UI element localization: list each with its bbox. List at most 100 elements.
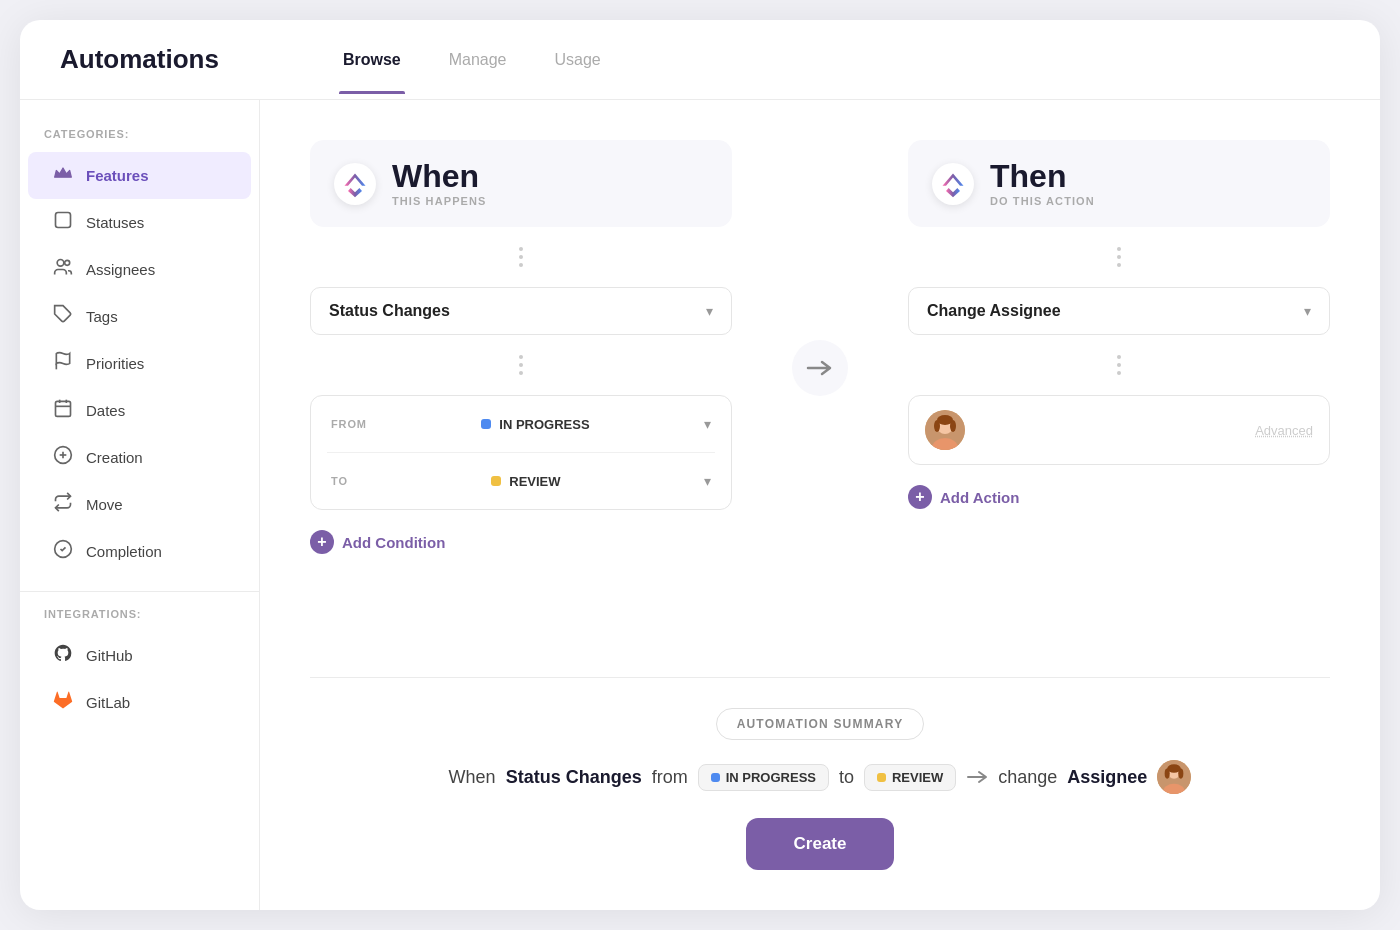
summary-change-text: change <box>998 767 1057 788</box>
to-value-group: REVIEW <box>491 474 560 489</box>
when-subtitle: THIS HAPPENS <box>392 195 487 207</box>
main-content: When THIS HAPPENS Status Changes ▾ <box>260 100 1380 910</box>
sidebar-item-priorities[interactable]: Priorities <box>28 340 251 387</box>
svg-point-24 <box>1179 769 1184 779</box>
assignee-card: Advanced <box>908 395 1330 465</box>
automation-builder: When THIS HAPPENS Status Changes ▾ <box>310 140 1330 637</box>
header: Automations Browse Manage Usage <box>20 20 1380 100</box>
summary-when: When <box>449 767 496 788</box>
summary-to-text: to <box>839 767 854 788</box>
when-logo <box>334 163 376 205</box>
advanced-link[interactable]: Advanced <box>1255 423 1313 438</box>
summary-avatar <box>1157 760 1191 794</box>
svg-point-2 <box>65 260 70 265</box>
dates-icon <box>52 398 74 423</box>
dot <box>519 255 523 259</box>
add-action-button[interactable]: + Add Action <box>908 481 1330 513</box>
sidebar: CATEGORIES: Features Statuses <box>20 100 260 910</box>
app-title: Automations <box>60 20 219 99</box>
when-block-header: When THIS HAPPENS <box>310 140 732 227</box>
trigger-select-value: Status Changes <box>329 302 450 320</box>
integrations-label: INTEGRATIONS: <box>20 608 259 632</box>
summary-status-changes: Status Changes <box>506 767 642 788</box>
action-block: Then DO THIS ACTION Change Assignee ▾ <box>908 140 1330 513</box>
arrow-connector <box>792 140 848 396</box>
sidebar-item-move-label: Move <box>86 496 123 513</box>
tab-browse[interactable]: Browse <box>339 27 405 93</box>
summary-from-dot <box>711 773 720 782</box>
to-status-text: REVIEW <box>509 474 560 489</box>
then-title: Then <box>990 160 1095 192</box>
tags-icon <box>52 304 74 329</box>
to-label: TO <box>331 475 348 487</box>
completion-icon <box>52 539 74 564</box>
arrow-circle <box>792 340 848 396</box>
summary-assignee: Assignee <box>1067 767 1147 788</box>
add-condition-button[interactable]: + Add Condition <box>310 526 732 558</box>
from-label: FROM <box>331 418 367 430</box>
trigger-select[interactable]: Status Changes ▾ <box>310 287 732 335</box>
sidebar-item-github-label: GitHub <box>86 647 133 664</box>
from-select[interactable]: FROM IN PROGRESS ▾ <box>327 410 715 438</box>
summary-from-text: from <box>652 767 688 788</box>
summary-arrow-icon <box>966 769 988 785</box>
tab-usage[interactable]: Usage <box>551 27 605 93</box>
summary-from-value: IN PROGRESS <box>726 770 816 785</box>
action-select[interactable]: Change Assignee ▾ <box>908 287 1330 335</box>
summary-badge: AUTOMATION SUMMARY <box>716 708 925 740</box>
summary-text: When Status Changes from IN PROGRESS to … <box>449 760 1192 794</box>
sidebar-item-tags[interactable]: Tags <box>28 293 251 340</box>
sidebar-item-github[interactable]: GitHub <box>28 632 251 679</box>
then-subtitle: DO THIS ACTION <box>990 195 1095 207</box>
move-icon <box>52 492 74 517</box>
sidebar-item-features[interactable]: Features <box>28 152 251 199</box>
dot <box>1117 363 1121 367</box>
to-status-dot <box>491 476 501 486</box>
dot <box>519 371 523 375</box>
svg-point-1 <box>57 260 64 267</box>
sidebar-item-priorities-label: Priorities <box>86 355 144 372</box>
to-select[interactable]: TO REVIEW ▾ <box>327 467 715 495</box>
action-select-value: Change Assignee <box>927 302 1061 320</box>
create-button[interactable]: Create <box>746 818 895 870</box>
sidebar-item-gitlab[interactable]: GitLab <box>28 679 251 726</box>
add-action-label: Add Action <box>940 489 1019 506</box>
dot <box>519 263 523 267</box>
sidebar-item-assignees[interactable]: Assignees <box>28 246 251 293</box>
sidebar-item-creation[interactable]: Creation <box>28 434 251 481</box>
sidebar-item-statuses[interactable]: Statuses <box>28 199 251 246</box>
summary-from-pill: IN PROGRESS <box>698 764 829 791</box>
dot <box>519 247 523 251</box>
svg-rect-5 <box>56 401 71 416</box>
summary-section: AUTOMATION SUMMARY When Status Changes f… <box>310 677 1330 870</box>
add-condition-icon: + <box>310 530 334 554</box>
svg-rect-0 <box>56 213 71 228</box>
dot <box>1117 263 1121 267</box>
dot <box>1117 371 1121 375</box>
tab-manage[interactable]: Manage <box>445 27 511 93</box>
from-status-text: IN PROGRESS <box>499 417 589 432</box>
then-logo <box>932 163 974 205</box>
when-title: When <box>392 160 487 192</box>
svg-point-23 <box>1165 769 1170 779</box>
from-value-group: IN PROGRESS <box>481 417 589 432</box>
connector-dots-4 <box>908 351 1330 379</box>
priorities-icon <box>52 351 74 376</box>
trigger-chevron-icon: ▾ <box>706 303 713 319</box>
main-tabs: Browse Manage Usage <box>339 27 605 93</box>
connector-dots-3 <box>908 243 1330 271</box>
sidebar-item-completion-label: Completion <box>86 543 162 560</box>
svg-point-18 <box>934 420 940 432</box>
sidebar-item-dates[interactable]: Dates <box>28 387 251 434</box>
assignees-icon <box>52 257 74 282</box>
sidebar-item-tags-label: Tags <box>86 308 118 325</box>
action-chevron-icon: ▾ <box>1304 303 1311 319</box>
then-title-group: Then DO THIS ACTION <box>990 160 1095 207</box>
from-chevron-icon: ▾ <box>704 416 711 432</box>
sidebar-item-creation-label: Creation <box>86 449 143 466</box>
crown-icon <box>52 163 74 188</box>
sidebar-item-assignees-label: Assignees <box>86 261 155 278</box>
sidebar-item-move[interactable]: Move <box>28 481 251 528</box>
assignee-avatar <box>925 410 965 450</box>
sidebar-item-completion[interactable]: Completion <box>28 528 251 575</box>
